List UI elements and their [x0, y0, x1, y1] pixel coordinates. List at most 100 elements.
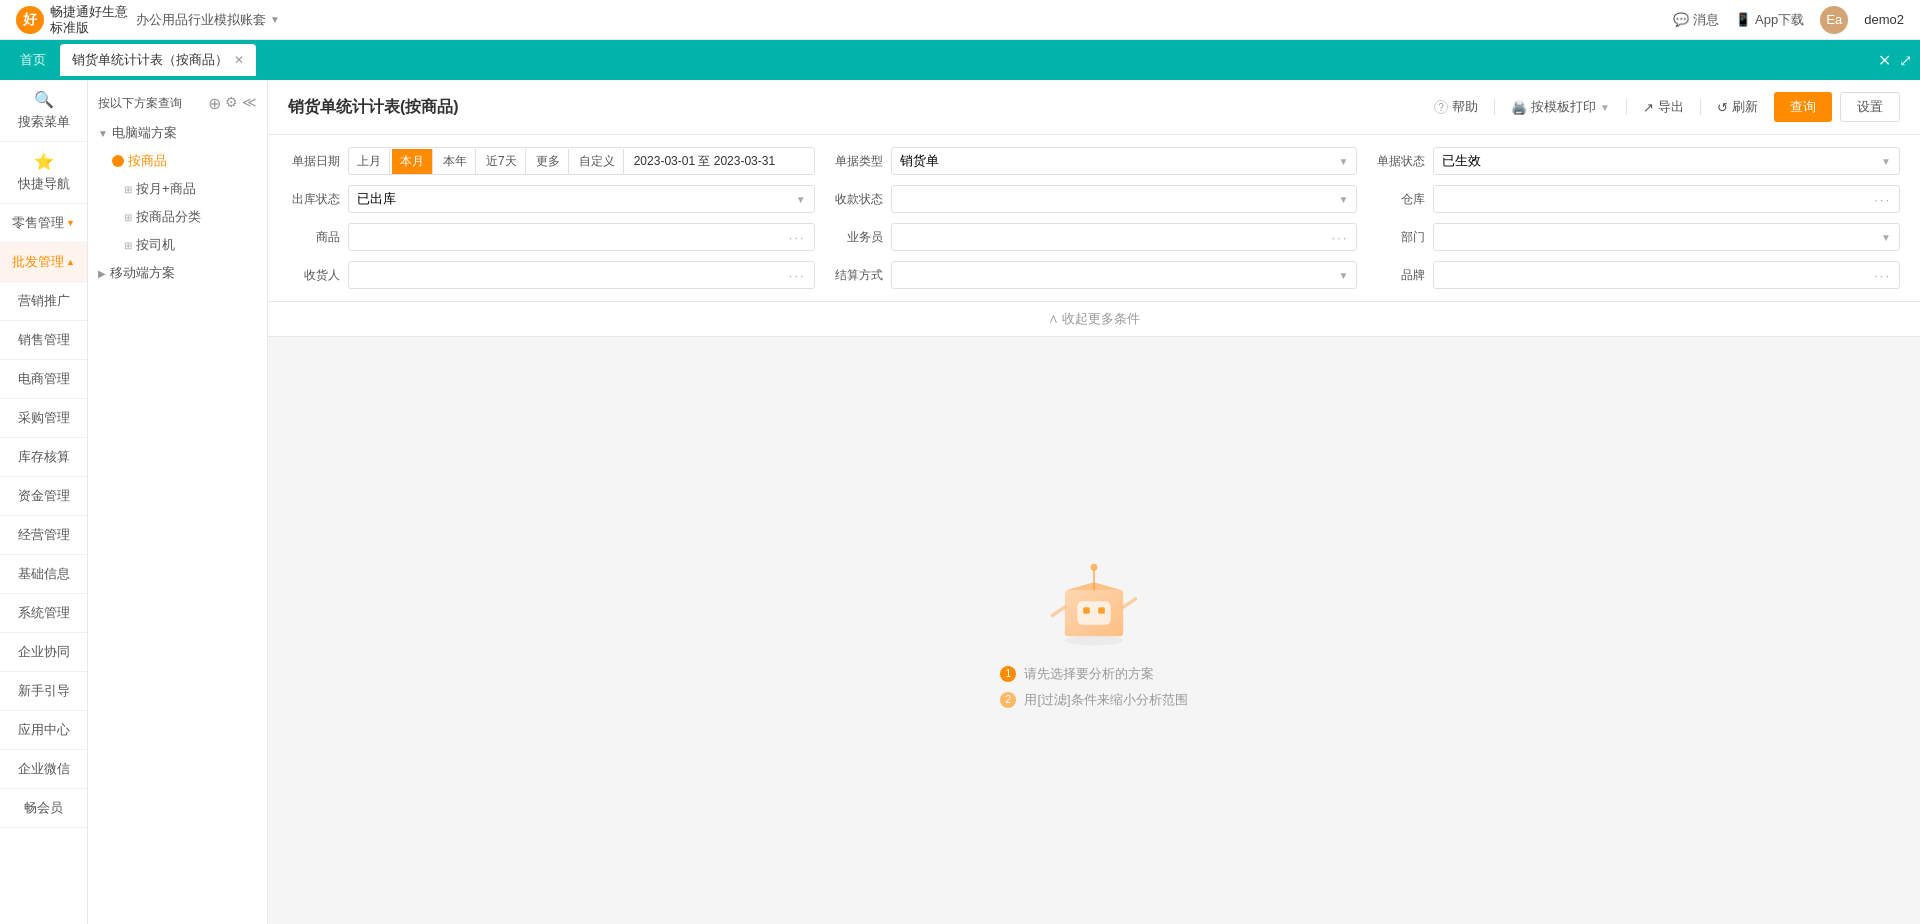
app-download-button[interactable]: 📱 App下载 [1735, 11, 1804, 29]
main-layout: 🔍 搜索菜单 ⭐ 快捷导航 零售管理 ▼ 批发管理 ▲ 营销推广 销售管理 电商… [0, 80, 1920, 924]
sidebar-item-enterprise[interactable]: 企业协同 [0, 633, 87, 672]
close-tab-icon[interactable]: ✕ [234, 53, 244, 67]
filter-row-2: 出库状态 已出库 ▼ 收款状态 ▼ 仓库 [288, 185, 1900, 213]
filter-paymentmethod-select[interactable]: ▼ [891, 261, 1358, 289]
grid-icon2: ⊞ [124, 212, 132, 223]
chevron-icon: ▲ [66, 257, 75, 267]
avatar[interactable]: Ea [1820, 6, 1848, 34]
filter-doctype-select[interactable]: 销货单 ▼ [891, 147, 1358, 175]
sidebar-item-search[interactable]: 🔍 搜索菜单 [0, 80, 87, 142]
grid-icon3: ⊞ [124, 240, 132, 251]
empty-tip-2: 2 用[过滤]条件来缩小分析范围 [1000, 691, 1187, 709]
settings-icon[interactable]: ⚙ [225, 94, 238, 113]
add-scheme-icon[interactable]: ⊕ [208, 94, 221, 113]
filter-outstatus-select[interactable]: 已出库 ▼ [348, 185, 815, 213]
orange-dot-icon [112, 155, 124, 167]
filter-department-select[interactable]: ▼ [1433, 223, 1900, 251]
print-dropdown-icon: ▼ [1600, 102, 1610, 113]
salesperson-more-icon[interactable]: ··· [1332, 230, 1349, 245]
receiver-more-icon[interactable]: ··· [789, 268, 806, 283]
filter-paymentstatus-select[interactable]: ▼ [891, 185, 1358, 213]
sidebar-item-basic-info[interactable]: 基础信息 [0, 555, 87, 594]
filter-brand-select[interactable]: ··· [1433, 261, 1900, 289]
sidebar-item-purchase[interactable]: 采购管理 [0, 399, 87, 438]
sidebar-item-inventory[interactable]: 库存核算 [0, 438, 87, 477]
filter-warehouse-select[interactable]: ··· [1433, 185, 1900, 213]
filter-goods-select[interactable]: ··· [348, 223, 815, 251]
message-button[interactable]: 💬 消息 [1673, 11, 1719, 29]
collapse-bar[interactable]: ∧ 收起更多条件 [268, 302, 1920, 337]
sidebar-item-member[interactable]: 畅会员 [0, 789, 87, 828]
svg-rect-4 [1098, 607, 1105, 614]
collapse-panel-icon[interactable]: ≪ [242, 94, 257, 113]
filter-docstatus-field: 单据状态 已生效 ▼ [1373, 147, 1900, 175]
help-button[interactable]: ? 帮助 [1426, 94, 1486, 120]
date-btn-7days[interactable]: 近7天 [478, 149, 526, 174]
divider2 [1626, 99, 1627, 115]
tree-node-by-goods[interactable]: 按商品 [88, 147, 267, 175]
tip-num-2: 2 [1000, 692, 1016, 708]
sidebar-item-quick-nav[interactable]: ⭐ 快捷导航 [0, 142, 87, 204]
message-icon: 💬 [1673, 12, 1689, 27]
page-header-top: 销货单统计计表(按商品) ? 帮助 🖨️ 按模板打印 ▼ [288, 92, 1900, 122]
close-window-icon[interactable]: ✕ [1878, 51, 1891, 70]
svg-point-6 [1091, 563, 1098, 570]
date-btn-custom[interactable]: 自定义 [571, 149, 624, 174]
sidebar-item-marketing[interactable]: 营销推广 [0, 282, 87, 321]
app-selector[interactable]: 办公用品行业模拟账套 ▼ [136, 11, 280, 29]
sidebar-item-operations[interactable]: 经营管理 [0, 516, 87, 555]
tree-node-desktop[interactable]: ▼ 电脑端方案 [88, 119, 267, 147]
tab-home[interactable]: 首页 [8, 44, 58, 76]
query-button[interactable]: 查询 [1774, 92, 1832, 122]
logo-area[interactable]: 好 畅捷通好生意 标准版 [16, 4, 128, 35]
sidebar-item-finance[interactable]: 资金管理 [0, 477, 87, 516]
sidebar-item-ecommerce[interactable]: 电商管理 [0, 360, 87, 399]
tab-sales-stat[interactable]: 销货单统计计表（按商品） ✕ [60, 44, 256, 76]
sidebar-item-newbie[interactable]: 新手引导 [0, 672, 87, 711]
brand-more-icon[interactable]: ··· [1874, 268, 1891, 283]
sidebar: 🔍 搜索菜单 ⭐ 快捷导航 零售管理 ▼ 批发管理 ▲ 营销推广 销售管理 电商… [0, 80, 88, 924]
chevron-icon: ▼ [66, 218, 75, 228]
chevron-down-icon5: ▼ [1881, 232, 1891, 243]
date-btn-more[interactable]: 更多 [528, 149, 569, 174]
filter-row-1: 单据日期 上月 本月 本年 近7天 更多 自定义 2023-03-01 至 20… [288, 147, 1900, 175]
sidebar-item-app-center[interactable]: 应用中心 [0, 711, 87, 750]
date-btn-this-month[interactable]: 本月 [392, 149, 433, 174]
sidebar-item-retail[interactable]: 零售管理 ▼ [0, 204, 87, 243]
maximize-icon[interactable]: ⤢ [1899, 51, 1912, 70]
filter-paymentmethod-field: 结算方式 ▼ [831, 261, 1358, 289]
empty-tip-1: 1 请先选择要分析的方案 [1000, 665, 1187, 683]
refresh-button[interactable]: ↺ 刷新 [1709, 94, 1766, 120]
tree-node-driver[interactable]: ⊞ 按司机 [88, 231, 267, 259]
template-print-button[interactable]: 🖨️ 按模板打印 ▼ [1503, 94, 1618, 120]
sidebar-item-wechat[interactable]: 企业微信 [0, 750, 87, 789]
settings-button[interactable]: 设置 [1840, 92, 1900, 122]
date-btn-this-year[interactable]: 本年 [435, 149, 476, 174]
expand-right-icon: ▶ [98, 268, 106, 279]
filter-paymentstatus-label: 收款状态 [831, 191, 883, 208]
filter-row-4: 收货人 ··· 结算方式 ▼ 品牌 [288, 261, 1900, 289]
filter-docstatus-select[interactable]: 已生效 ▼ [1433, 147, 1900, 175]
export-button[interactable]: ↗ 导出 [1635, 94, 1692, 120]
empty-illustration [1044, 553, 1144, 653]
tree-node-month-goods[interactable]: ⊞ 按月+商品 [88, 175, 267, 203]
date-btn-last-month[interactable]: 上月 [349, 149, 390, 174]
logo-text: 畅捷通好生意 标准版 [50, 4, 128, 35]
svg-point-7 [1065, 635, 1123, 645]
filter-warehouse-field: 仓库 ··· [1373, 185, 1900, 213]
filter-goods-field: 商品 ··· [288, 223, 815, 251]
filter-paymentmethod-label: 结算方式 [831, 267, 883, 284]
filter-receiver-select[interactable]: ··· [348, 261, 815, 289]
empty-tips: 1 请先选择要分析的方案 2 用[过滤]条件来缩小分析范围 [1000, 665, 1187, 709]
filter-salesperson-select[interactable]: ··· [891, 223, 1358, 251]
goods-more-icon[interactable]: ··· [789, 230, 806, 245]
top-bar: 好 畅捷通好生意 标准版 办公用品行业模拟账套 ▼ 💬 消息 📱 App下载 E… [0, 0, 1920, 40]
sidebar-item-system[interactable]: 系统管理 [0, 594, 87, 633]
filter-docstatus-label: 单据状态 [1373, 153, 1425, 170]
filter-receiver-label: 收货人 [288, 267, 340, 284]
tree-node-mobile[interactable]: ▶ 移动端方案 [88, 259, 267, 287]
sidebar-item-wholesale[interactable]: 批发管理 ▲ [0, 243, 87, 282]
tree-node-goods-category[interactable]: ⊞ 按商品分类 [88, 203, 267, 231]
more-options-icon[interactable]: ··· [1874, 192, 1891, 207]
sidebar-item-sales-mgmt[interactable]: 销售管理 [0, 321, 87, 360]
